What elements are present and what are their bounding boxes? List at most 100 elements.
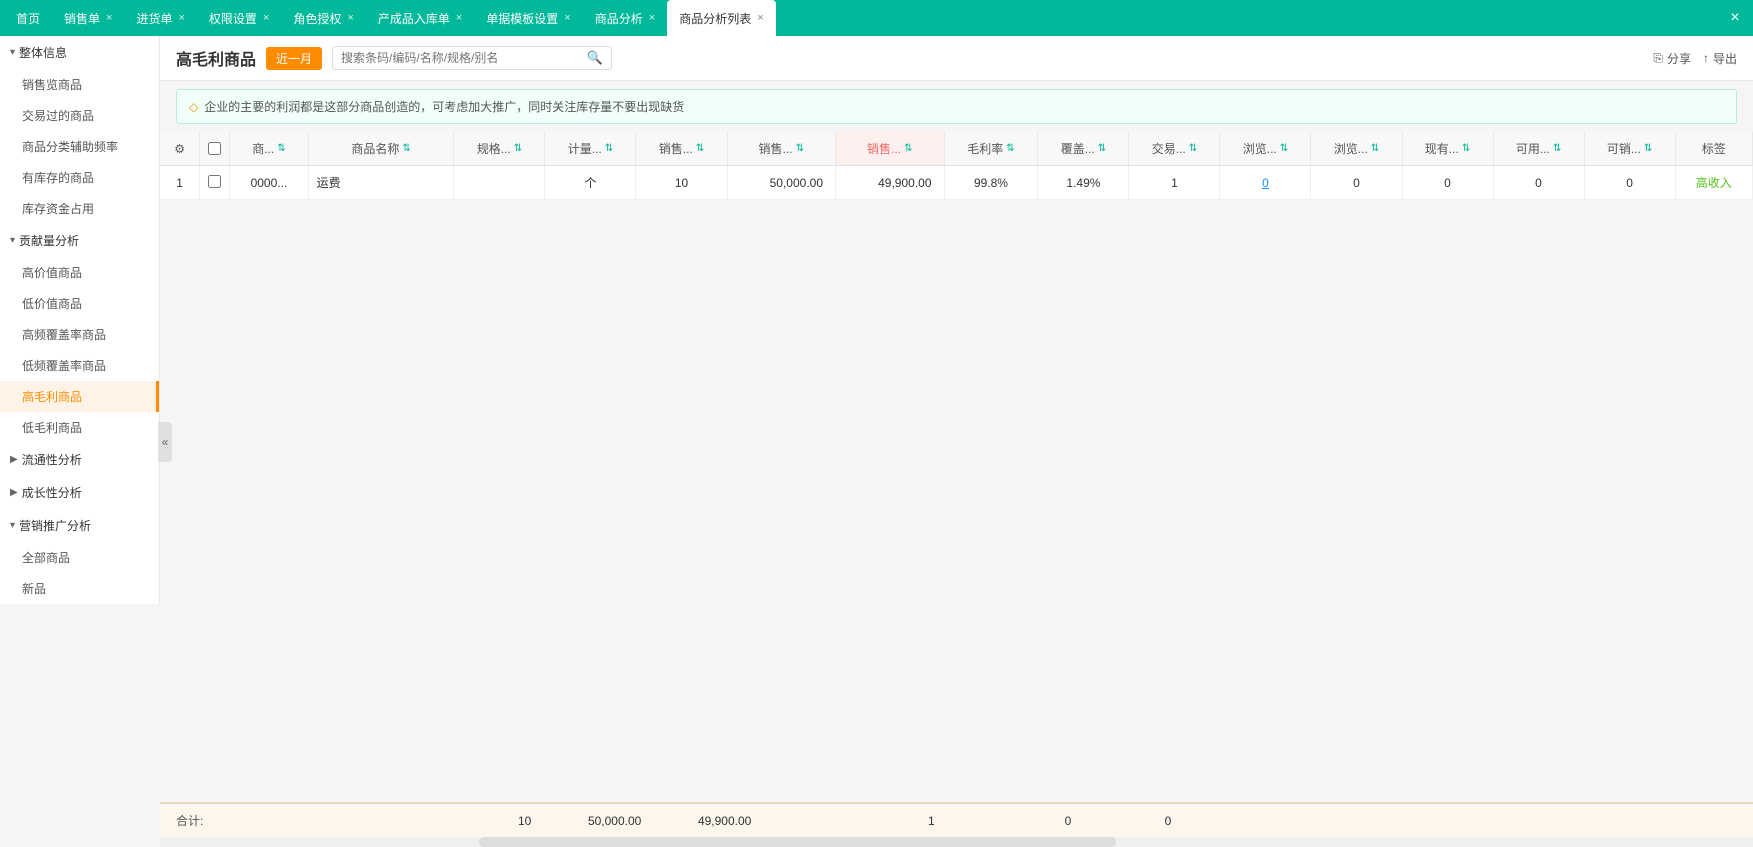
col-settings[interactable]: ⚙ xyxy=(160,132,200,166)
sort-icon-available: ⇅ xyxy=(1553,143,1561,154)
col-browse2[interactable]: 浏览...⇅ xyxy=(1311,132,1402,166)
close-product-entry-icon[interactable]: × xyxy=(456,12,462,24)
share-icon: ⎘ xyxy=(1653,51,1663,66)
sidebar-item-low-freq[interactable]: 低频覆盖率商品 xyxy=(0,350,159,381)
sidebar-section-asset-analysis[interactable]: ▾ 贡献量分析 xyxy=(0,224,159,257)
horizontal-scrollbar[interactable] xyxy=(160,837,1753,847)
sort-icon-unit: ⇅ xyxy=(605,143,613,154)
col-name[interactable]: 商品名称⇅ xyxy=(308,132,454,166)
sidebar-item-low-margin[interactable]: 低毛利商品 xyxy=(0,412,159,443)
cell-current-stock: 0 xyxy=(1402,166,1493,200)
sidebar-section-overall-info[interactable]: ▾ 整体信息 xyxy=(0,36,159,69)
search-input[interactable] xyxy=(341,51,587,65)
arrow-icon-2: ▾ xyxy=(10,235,15,246)
info-banner-text: 企业的主要的利润都是这部分商品创造的，可考虑加大推广，同时关注库存量不要出现缺货 xyxy=(204,98,684,115)
sidebar-item-stock-capital[interactable]: 库存资金占用 xyxy=(0,193,159,224)
close-permission-settings-icon[interactable]: × xyxy=(263,12,269,24)
cell-browse1[interactable]: 0 xyxy=(1220,166,1311,200)
sidebar-section-growth-analysis[interactable]: ▶ 成长性分析 xyxy=(0,476,159,509)
col-spec[interactable]: 规格...⇅ xyxy=(454,132,545,166)
cell-checkbox[interactable] xyxy=(200,166,230,200)
col-tag[interactable]: 标签 xyxy=(1675,132,1752,166)
close-sales-order-icon[interactable]: × xyxy=(106,12,112,24)
sort-icon-sales-profit: ⇅ xyxy=(904,143,912,154)
nav-tab-permission-settings[interactable]: 权限设置 × xyxy=(197,0,281,36)
cell-margin-rate: 99.8% xyxy=(944,166,1038,200)
sidebar-item-in-stock-goods[interactable]: 有库存的商品 xyxy=(0,162,159,193)
close-product-analysis-list-icon[interactable]: × xyxy=(757,12,763,24)
share-button[interactable]: ⎘ 分享 xyxy=(1653,50,1691,67)
nav-tab-role-permission[interactable]: 角色授权 × xyxy=(281,0,365,36)
col-code[interactable]: 商...⇅ xyxy=(230,132,308,166)
nav-tab-sales-order[interactable]: 销售单 × xyxy=(52,0,124,36)
cell-coverage: 1.49% xyxy=(1038,166,1129,200)
col-sales-profit[interactable]: 销售...⇅ xyxy=(836,132,945,166)
table-row: 1 0000... 运费 个 10 50,000.00 49,900.00 99… xyxy=(160,166,1753,200)
nav-tab-product-entry[interactable]: 产成品入库单 × xyxy=(366,0,474,36)
export-button[interactable]: ↑ 导出 xyxy=(1703,50,1737,67)
sidebar-item-high-value[interactable]: 高价值商品 xyxy=(0,257,159,288)
row-checkbox[interactable] xyxy=(208,175,221,188)
close-product-analysis-icon[interactable]: × xyxy=(649,12,655,24)
sidebar-item-all-goods[interactable]: 全部商品 xyxy=(0,542,159,573)
cell-sales-count: 10 xyxy=(636,166,727,200)
sidebar-item-high-margin[interactable]: 高毛利商品 xyxy=(0,381,159,412)
sidebar-item-low-value[interactable]: 低价值商品 xyxy=(0,288,159,319)
data-table: ⚙ 商...⇅ 商品名称⇅ xyxy=(160,132,1753,200)
sort-icon-current-stock: ⇅ xyxy=(1462,143,1470,154)
arrow-icon: ▾ xyxy=(10,47,15,58)
close-purchase-order-icon[interactable]: × xyxy=(178,12,184,24)
col-transactions[interactable]: 交易...⇅ xyxy=(1129,132,1220,166)
cell-sales-amount: 50,000.00 xyxy=(727,166,836,200)
page-title: 高毛利商品 xyxy=(176,46,256,70)
arrow-icon-5: ▾ xyxy=(10,520,15,531)
nav-tab-product-analysis-list[interactable]: 商品分析列表 × xyxy=(667,0,775,36)
window-close-button[interactable]: × xyxy=(1717,0,1753,36)
sidebar-item-high-freq[interactable]: 高频覆盖率商品 xyxy=(0,319,159,350)
col-margin-rate[interactable]: 毛利率⇅ xyxy=(944,132,1038,166)
col-browse1[interactable]: 浏览...⇅ xyxy=(1220,132,1311,166)
cell-unit: 个 xyxy=(545,166,636,200)
sort-icon-browse1: ⇅ xyxy=(1280,143,1288,154)
sidebar-section-flow-analysis[interactable]: ▶ 流通性分析 xyxy=(0,443,159,476)
table-container[interactable]: ⚙ 商...⇅ 商品名称⇅ xyxy=(160,132,1753,802)
sidebar-item-goods-analysis[interactable]: 商品分类辅助频率 xyxy=(0,131,159,162)
search-box[interactable]: 🔍 xyxy=(332,46,612,70)
sort-icon-code: ⇅ xyxy=(277,143,285,154)
nav-tab-invoice-template[interactable]: 单据模板设置 × xyxy=(474,0,582,36)
col-available[interactable]: 可用...⇅ xyxy=(1493,132,1584,166)
cell-name: 运费 xyxy=(308,166,454,200)
footer-sales-count-val: 10 xyxy=(471,814,531,828)
sort-icon-margin-rate: ⇅ xyxy=(1006,143,1014,154)
col-sales-count[interactable]: 销售...⇅ xyxy=(636,132,727,166)
export-icon: ↑ xyxy=(1703,51,1709,65)
close-role-permission-icon[interactable]: × xyxy=(347,12,353,24)
table-header-row: ⚙ 商...⇅ 商品名称⇅ xyxy=(160,132,1753,166)
cell-spec xyxy=(454,166,545,200)
footer-sales-amount-val: 50,000.00 xyxy=(551,814,641,828)
col-unit[interactable]: 计量...⇅ xyxy=(545,132,636,166)
sidebar-item-new-goods[interactable]: 新品 xyxy=(0,573,159,604)
close-invoice-template-icon[interactable]: × xyxy=(564,12,570,24)
sort-icon-name: ⇅ xyxy=(402,143,410,154)
nav-tab-product-analysis[interactable]: 商品分析 × xyxy=(583,0,667,36)
col-checkbox[interactable] xyxy=(200,132,230,166)
content-area: 高毛利商品 近一月 🔍 ⎘ 分享 ↑ 导出 ◇ 企业的主要的利润都是这部分商品创… xyxy=(160,36,1753,847)
cell-browse2: 0 xyxy=(1311,166,1402,200)
sort-icon-browse2: ⇅ xyxy=(1371,143,1379,154)
select-all-checkbox[interactable] xyxy=(208,142,221,155)
sidebar-item-sales-goods[interactable]: 销售览商品 xyxy=(0,69,159,100)
col-current-stock[interactable]: 现有...⇅ xyxy=(1402,132,1493,166)
top-navigation: 首页 销售单 × 进货单 × 权限设置 × 角色授权 × 产成品入库单 × 单据… xyxy=(0,0,1753,36)
col-sellable[interactable]: 可销...⇅ xyxy=(1584,132,1675,166)
col-coverage[interactable]: 覆盖...⇅ xyxy=(1038,132,1129,166)
sidebar: ▾ 整体信息 销售览商品 交易过的商品 商品分类辅助频率 有库存的商品 库存资金… xyxy=(0,36,160,604)
sidebar-collapse-button[interactable]: « xyxy=(158,422,172,462)
main-container: ▾ 整体信息 销售览商品 交易过的商品 商品分类辅助频率 有库存的商品 库存资金… xyxy=(0,36,1753,847)
sidebar-item-traded-goods[interactable]: 交易过的商品 xyxy=(0,100,159,131)
col-sales-amount[interactable]: 销售...⇅ xyxy=(727,132,836,166)
sidebar-section-marketing-analysis[interactable]: ▾ 营销推广分析 xyxy=(0,509,159,542)
nav-tab-home[interactable]: 首页 xyxy=(4,0,52,36)
filter-recent-month-button[interactable]: 近一月 xyxy=(266,47,322,70)
nav-tab-purchase-order[interactable]: 进货单 × xyxy=(124,0,196,36)
